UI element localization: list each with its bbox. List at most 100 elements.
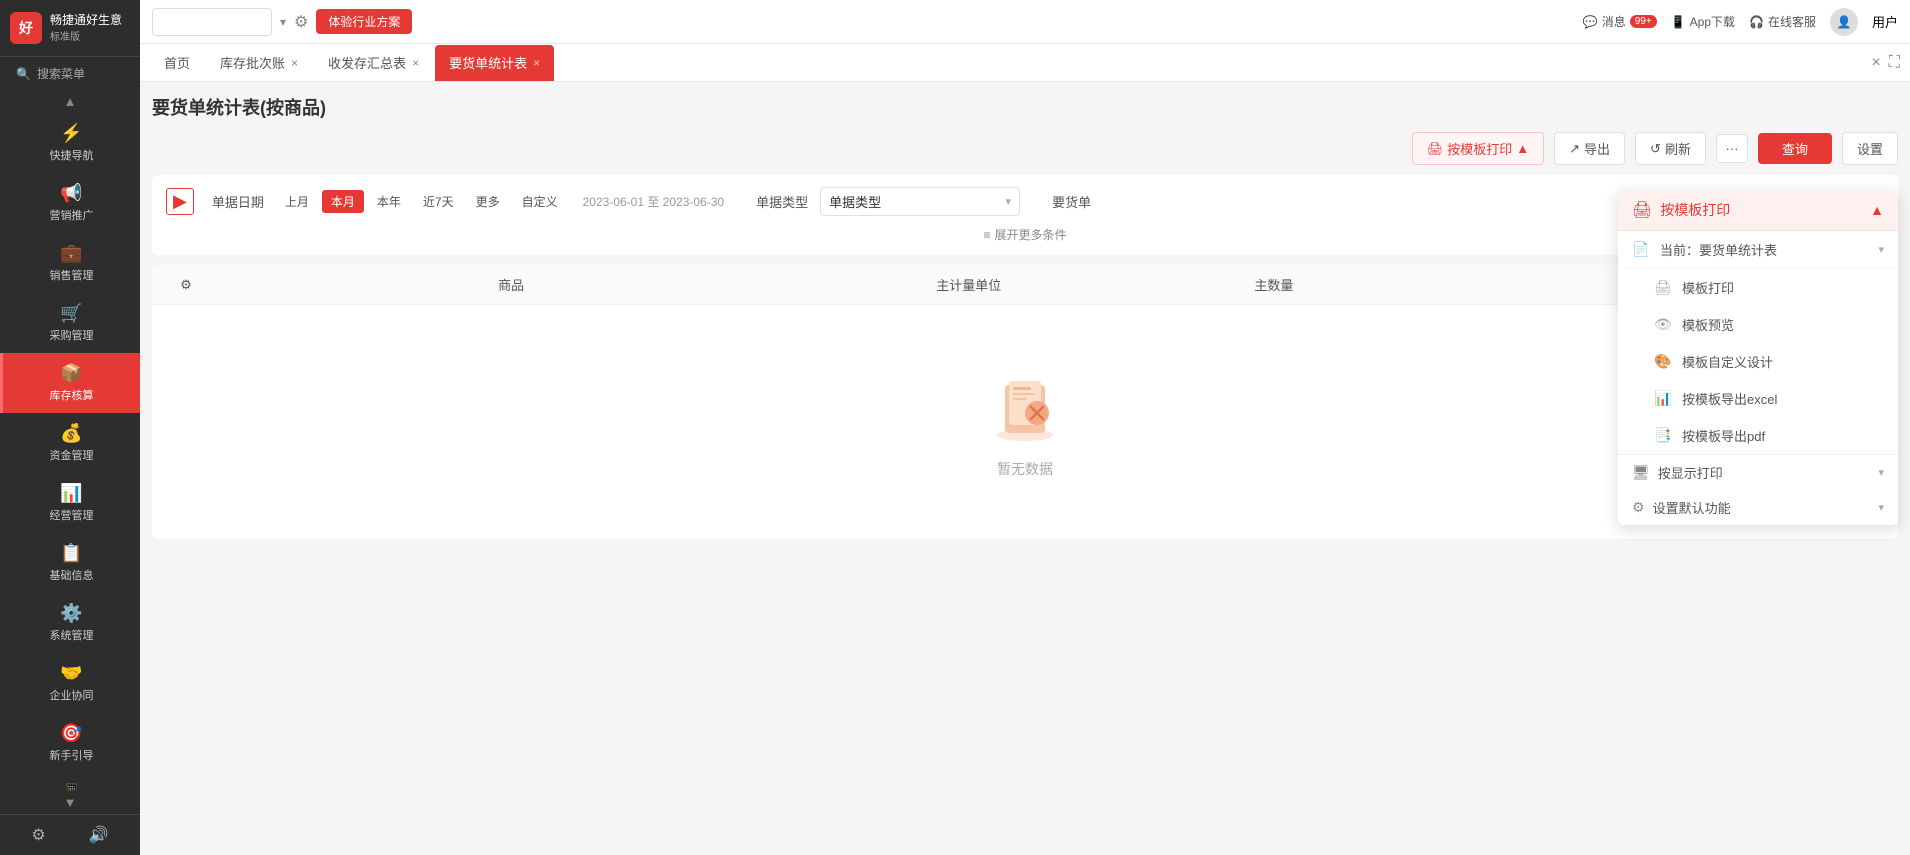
tab-maximize-btn[interactable]: ⛶	[1889, 54, 1900, 72]
template-print-arrow: ▲	[1516, 141, 1529, 156]
template-print-button[interactable]: 🖨 按模板打印 ▲	[1412, 132, 1544, 165]
dropdown-item-template-preview[interactable]: 👁 模板预览	[1618, 306, 1898, 343]
dropdown-set-default-section[interactable]: ⚙ 设置默认功能 ▾	[1618, 490, 1898, 525]
date-btn-7days[interactable]: 近7天	[414, 190, 463, 213]
tab-receipt-summary[interactable]: 收发存汇总表 ×	[314, 45, 433, 81]
user-avatar[interactable]: 👤	[1830, 8, 1858, 36]
expand-label: 展开更多条件	[995, 226, 1067, 243]
corp-label: 企业协同	[50, 687, 94, 703]
sidebar-item-quicknav[interactable]: ⚡ 快捷导航	[0, 113, 140, 173]
system-label: 系统管理	[50, 627, 94, 643]
dropdown-item-export-excel[interactable]: 📊 按模板导出excel	[1618, 380, 1898, 417]
date-btn-this-year[interactable]: 本年	[368, 190, 410, 213]
sidebar-item-finance[interactable]: 💰 资金管理	[0, 413, 140, 473]
sidebar-bottom: ⚙ 🔊	[0, 814, 140, 855]
messages-label: 消息	[1602, 13, 1626, 30]
operation-icon: 📊	[60, 483, 82, 504]
basic-icon: 📋	[60, 543, 82, 564]
logo-sub: 标准版	[50, 28, 122, 43]
app-download-btn[interactable]: 📱 App下载	[1671, 13, 1735, 30]
dropdown-item-template-custom[interactable]: 🎨 模板自定义设计	[1618, 343, 1898, 380]
dropdown-display-print-section[interactable]: 🖥 按显示打印 ▾	[1618, 455, 1898, 490]
query-button[interactable]: 查询	[1758, 133, 1832, 164]
dropdown-template-print-label: 模板打印	[1682, 278, 1734, 297]
sidebar-item-appstore[interactable]: 📱 应用中心	[0, 773, 140, 791]
order-type-value: 单据类型	[829, 192, 881, 211]
topbar-search-input[interactable]	[152, 8, 272, 36]
main-area: ▾ ⚙ 体验行业方案 💬 消息 99+ 📱 App下载 🎧 在线客服 👤 用户	[140, 0, 1910, 855]
date-btn-custom[interactable]: 自定义	[513, 190, 567, 213]
dropdown-export-pdf-label: 按模板导出pdf	[1682, 426, 1765, 445]
trial-button[interactable]: 体验行业方案	[316, 9, 412, 34]
sidebar-item-system[interactable]: ⚙️ 系统管理	[0, 593, 140, 653]
export-label: 导出	[1584, 139, 1610, 158]
messages-btn[interactable]: 💬 消息 99+	[1583, 13, 1657, 30]
sidebar-item-corp[interactable]: 🤝 企业协同	[0, 653, 140, 713]
scroll-down-btn[interactable]: ▼	[0, 791, 140, 814]
date-btn-last-month[interactable]: 上月	[276, 190, 318, 213]
online-service-btn[interactable]: 🎧 在线客服	[1749, 13, 1816, 30]
filter-expand-arrow[interactable]: ▶	[166, 188, 194, 215]
messages-badge: 99+	[1630, 15, 1657, 28]
scroll-up-btn[interactable]: ▲	[0, 90, 140, 113]
sidebar-item-operation[interactable]: 📊 经营管理	[0, 473, 140, 533]
export-button[interactable]: ↗ 导出	[1554, 132, 1625, 165]
corp-icon: 🤝	[60, 663, 82, 684]
dropdown-collapse-btn[interactable]: ▲	[1870, 202, 1884, 218]
dropdown-display-icon: 🖥	[1632, 464, 1650, 481]
query-label: 查询	[1782, 139, 1808, 158]
th-settings[interactable]: ⚙	[166, 277, 206, 293]
expand-more-btn[interactable]: ≡ 展开更多条件	[983, 226, 1066, 243]
sales-label: 销售管理	[50, 267, 94, 283]
settings-bottom-icon[interactable]: ⚙	[31, 825, 45, 845]
dropdown-item-current[interactable]: 📄 当前：要货单统计表 ▾	[1618, 231, 1898, 269]
tab-home-label: 首页	[164, 53, 190, 72]
sidebar-item-marketing[interactable]: 📢 营销推广	[0, 173, 140, 233]
refresh-button[interactable]: ↺ 刷新	[1635, 132, 1706, 165]
dropdown-item-template-print[interactable]: 🖨 模板打印	[1618, 269, 1898, 306]
more-icon: ···	[1725, 141, 1738, 156]
date-btn-more[interactable]: 更多	[467, 190, 509, 213]
operation-label: 经营管理	[50, 507, 94, 523]
order-type-label: 单据类型	[756, 192, 808, 211]
tab-inventory-batch[interactable]: 库存批次账 ×	[206, 45, 312, 81]
tab-order-stats-close[interactable]: ×	[533, 56, 540, 70]
dropdown-title: 按模板打印	[1660, 200, 1730, 220]
dropdown-header-left: 🖨 按模板打印	[1632, 200, 1730, 220]
sidebar-item-sales[interactable]: 💼 销售管理	[0, 233, 140, 293]
topbar-dropdown-arrow[interactable]: ▾	[280, 15, 286, 29]
finance-label: 资金管理	[50, 447, 94, 463]
tab-receipt-summary-close[interactable]: ×	[412, 56, 419, 70]
settings-button[interactable]: 设置	[1842, 132, 1898, 165]
page-title: 要货单统计表(按商品)	[152, 94, 1898, 120]
sidebar-item-basic[interactable]: 📋 基础信息	[0, 533, 140, 593]
tab-close-btn[interactable]: ×	[1871, 54, 1880, 72]
dropdown-set-default-icon: ⚙	[1632, 499, 1645, 516]
dropdown-pdf-icon: 📑	[1654, 427, 1672, 444]
tab-home[interactable]: 首页	[150, 45, 204, 81]
sidebar-item-guide[interactable]: 🎯 新手引导	[0, 713, 140, 773]
tab-receipt-summary-label: 收发存汇总表	[328, 53, 406, 72]
require-field-label: 要货单	[1052, 192, 1091, 211]
template-print-label: 按模板打印	[1447, 139, 1512, 158]
sidebar-nav: ⚡ 快捷导航 📢 营销推广 💼 销售管理 🛒 采购管理 📦 库存核算 💰 资金管…	[0, 113, 140, 791]
sound-icon[interactable]: 🔊	[89, 825, 109, 845]
dropdown-item-export-pdf[interactable]: 📑 按模板导出pdf	[1618, 417, 1898, 455]
topbar-gear-icon[interactable]: ⚙	[294, 12, 308, 32]
sidebar-item-purchase[interactable]: 🛒 采购管理	[0, 293, 140, 353]
guide-label: 新手引导	[50, 747, 94, 763]
dropdown-custom-icon: 🎨	[1654, 353, 1672, 370]
tab-inventory-batch-close[interactable]: ×	[291, 56, 298, 70]
date-btn-this-month[interactable]: 本月	[322, 190, 364, 213]
tab-order-stats[interactable]: 要货单统计表 ×	[435, 45, 554, 81]
system-icon: ⚙️	[60, 603, 82, 624]
empty-illustration	[985, 365, 1065, 445]
order-type-select[interactable]: 单据类型 ▾	[820, 187, 1020, 216]
logo-text: 畅捷通好生意	[50, 13, 122, 29]
tabs-bar: 首页 库存批次账 × 收发存汇总表 × 要货单统计表 × × ⛶	[140, 44, 1910, 82]
more-button[interactable]: ···	[1716, 134, 1748, 163]
dropdown-header: 🖨 按模板打印 ▲	[1618, 190, 1898, 231]
sidebar-search[interactable]: 🔍 搜索菜单	[0, 57, 140, 90]
sidebar-item-inventory[interactable]: 📦 库存核算	[0, 353, 140, 413]
sidebar: 好 畅捷通好生意 标准版 🔍 搜索菜单 ▲ ⚡ 快捷导航 📢 营销推广 💼 销售…	[0, 0, 140, 855]
